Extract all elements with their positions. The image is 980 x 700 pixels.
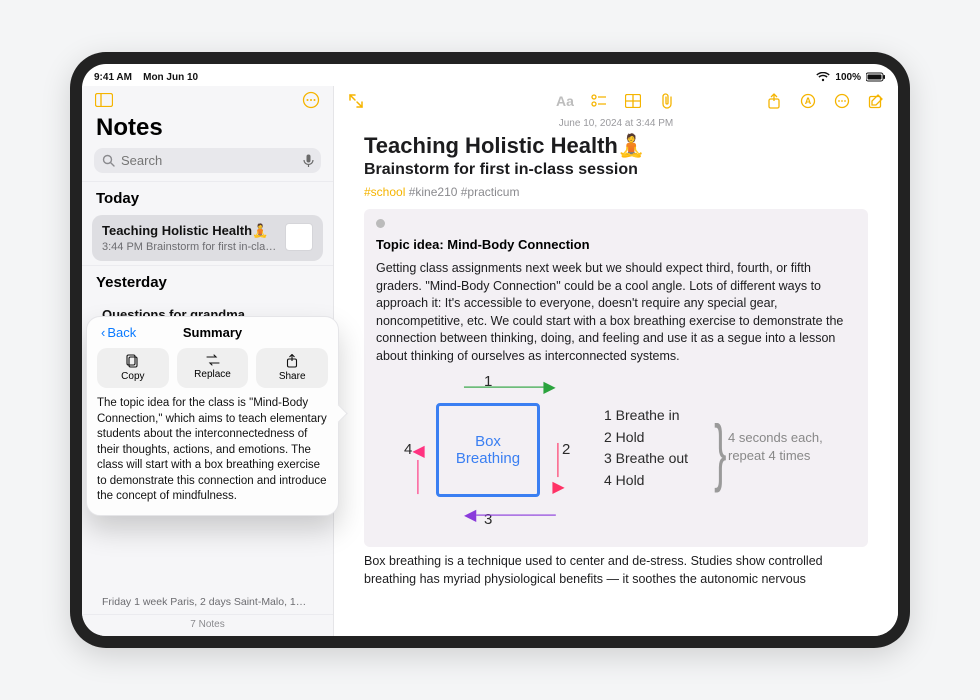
share-note-icon[interactable]	[764, 91, 784, 111]
bracket-icon: }	[714, 409, 726, 494]
box-breathing-label: Box Breathing	[436, 403, 540, 497]
more-icon[interactable]	[301, 90, 321, 110]
share-label: Share	[279, 371, 306, 382]
markup-icon[interactable]: A	[798, 91, 818, 111]
block-handle[interactable]	[376, 219, 385, 228]
step-4: 4 Hold	[604, 470, 688, 492]
mic-icon[interactable]	[303, 154, 314, 168]
step-3: 3 Breathe out	[604, 448, 688, 470]
replace-label: Replace	[194, 369, 231, 380]
share-icon	[286, 354, 298, 368]
chevron-left-icon: ‹	[101, 325, 105, 340]
topic-heading[interactable]: Topic idea: Mind-Body Connection	[376, 237, 856, 252]
status-date: Mon Jun 10	[143, 72, 198, 83]
editor-body[interactable]: June 10, 2024 at 3:44 PM Teaching Holist…	[334, 116, 898, 636]
search-wrap	[82, 148, 333, 181]
replace-icon	[205, 354, 221, 366]
ipad-frame: 9:41 AM Mon Jun 10 100%	[70, 52, 910, 648]
notes-sidebar: Notes Today Teaching Hol	[82, 86, 334, 636]
note-tags[interactable]: #school #kine210 #practicum	[364, 185, 868, 199]
status-time: 9:41 AM	[94, 72, 132, 83]
sidebar-title: Notes	[82, 112, 333, 148]
note-date: June 10, 2024 at 3:44 PM	[364, 118, 868, 129]
arrow-top: ───────▶	[464, 377, 556, 397]
status-left: 9:41 AM Mon Jun 10	[94, 72, 198, 83]
replace-button[interactable]: Replace	[177, 348, 249, 388]
breathing-steps: 1 Breathe in 2 Hold 3 Breathe out 4 Hold	[604, 405, 688, 492]
sketch-annotation: 4 seconds each, repeat 4 times	[728, 429, 823, 464]
more-editor-icon[interactable]	[832, 91, 852, 111]
back-label: Back	[107, 325, 136, 340]
step-2: 2 Hold	[604, 427, 688, 449]
attachment-icon[interactable]	[657, 91, 677, 111]
note-item-today[interactable]: Teaching Holistic Health🧘 3:44 PM Brains…	[92, 215, 323, 261]
copy-label: Copy	[121, 371, 144, 382]
box-breathing-sketch: 1 ───────▶ 2 ───▶ 3 ◀─────── 4 ◀─── Box …	[376, 371, 856, 537]
copy-button[interactable]: Copy	[97, 348, 169, 388]
note-title[interactable]: Teaching Holistic Health🧘	[364, 133, 868, 159]
sidebar-toolbar	[82, 86, 333, 112]
copy-icon	[126, 354, 140, 368]
note-thumbnail	[285, 223, 313, 251]
note-item-peek[interactable]: Friday 1 week Paris, 2 days Saint-Malo, …	[92, 590, 323, 614]
step-1: 1 Breathe in	[604, 405, 688, 427]
note-item-subtitle: 3:44 PM Brainstorm for first in-cla…	[102, 241, 277, 253]
compose-icon[interactable]	[866, 91, 886, 111]
battery-label: 100%	[835, 72, 861, 83]
checklist-icon[interactable]	[589, 91, 609, 111]
search-icon	[102, 154, 115, 167]
back-button[interactable]: ‹ Back	[101, 325, 136, 340]
arrow-right: ───▶	[548, 443, 567, 496]
screen: 9:41 AM Mon Jun 10 100%	[82, 64, 898, 636]
sidebar-toggle-icon[interactable]	[94, 90, 114, 110]
tags-rest[interactable]: #kine210 #practicum	[405, 185, 519, 199]
status-bar: 9:41 AM Mon Jun 10 100%	[82, 68, 898, 86]
arrow-bottom: ◀───────	[464, 505, 556, 525]
battery-icon	[866, 72, 886, 82]
popover-title: Summary	[183, 325, 242, 340]
editor-toolbar: Aa	[334, 86, 898, 116]
status-right: 100%	[816, 72, 886, 83]
fullscreen-icon[interactable]	[346, 91, 366, 111]
app-body: Notes Today Teaching Hol	[82, 64, 898, 636]
svg-text:A: A	[805, 96, 812, 106]
arrow-left: ◀───	[408, 441, 427, 494]
text-format-icon[interactable]: Aa	[555, 91, 575, 111]
note-item-title: Teaching Holistic Health🧘	[102, 223, 277, 239]
tag-hot[interactable]: #school	[364, 185, 405, 199]
table-icon[interactable]	[623, 91, 643, 111]
summary-body: The topic idea for the class is "Mind-Bo…	[97, 396, 328, 505]
topic-text[interactable]: Getting class assignments next week but …	[376, 260, 856, 365]
search-field[interactable]	[94, 148, 321, 173]
closing-paragraph[interactable]: Box breathing is a technique used to cen…	[364, 553, 868, 588]
note-editor: Aa	[334, 86, 898, 636]
summary-popover: ‹ Back Summary Copy Replace	[86, 316, 339, 516]
yesterday-header: Yesterday	[82, 265, 333, 295]
wifi-icon	[816, 72, 830, 82]
topic-block[interactable]: Topic idea: Mind-Body Connection Getting…	[364, 209, 868, 547]
share-button[interactable]: Share	[256, 348, 328, 388]
sidebar-footer: 7 Notes	[82, 614, 333, 636]
today-header: Today	[82, 181, 333, 211]
search-input[interactable]	[121, 153, 297, 168]
note-subtitle[interactable]: Brainstorm for first in-class session	[364, 161, 868, 179]
